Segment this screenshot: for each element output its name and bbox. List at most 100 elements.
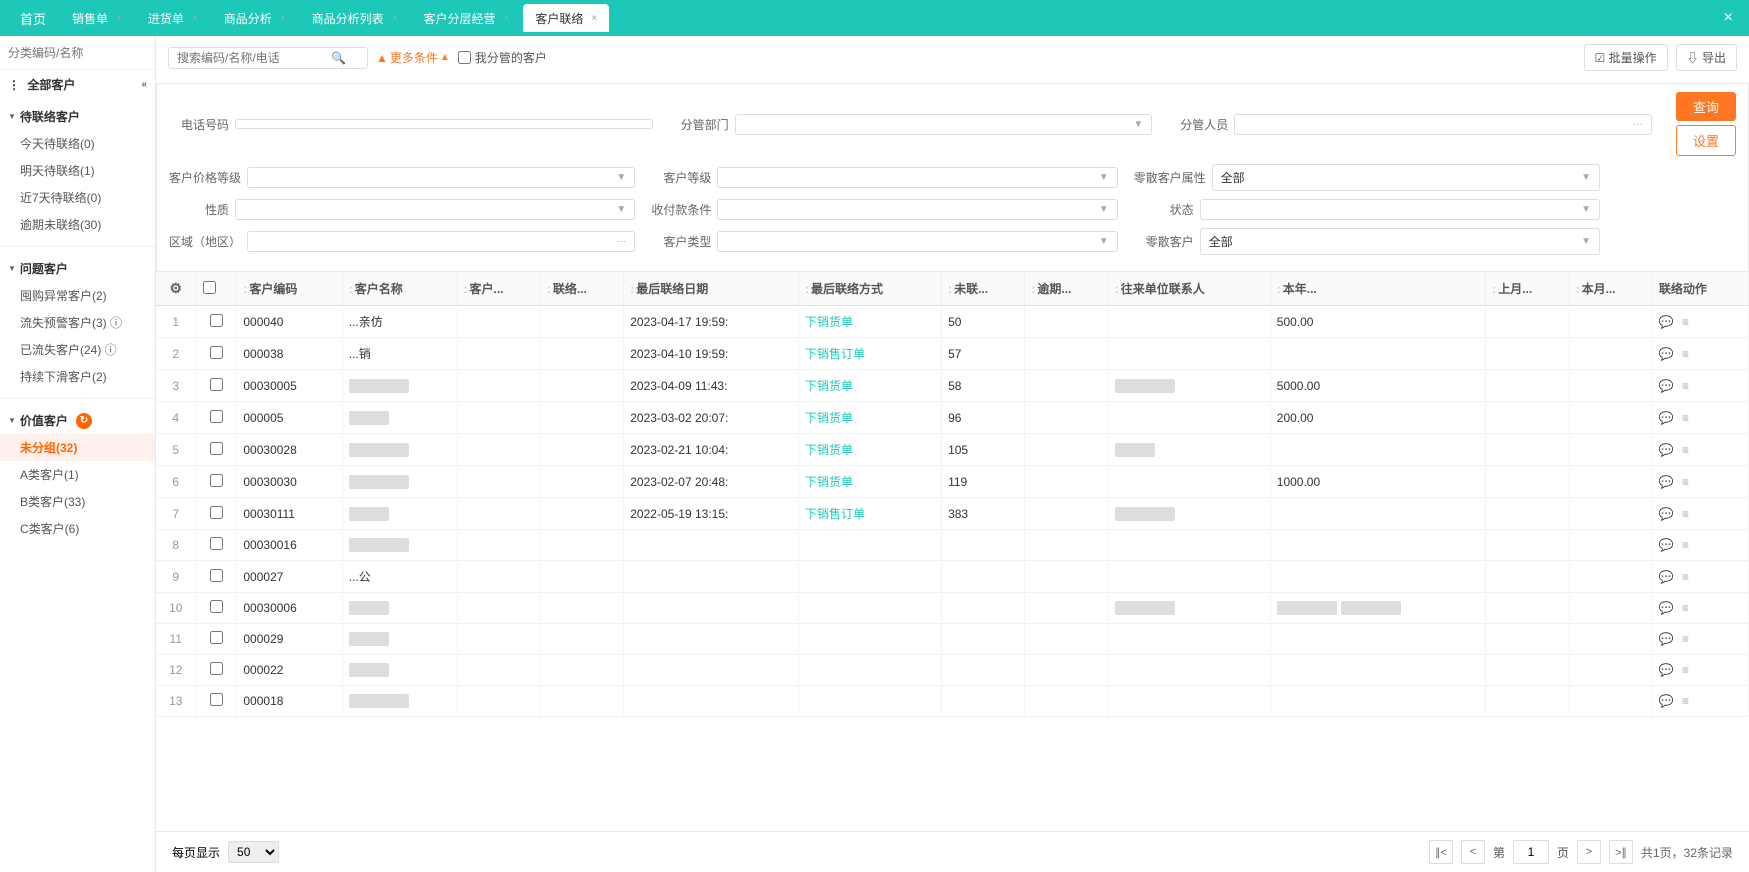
next-page-btn[interactable]: > bbox=[1577, 840, 1601, 864]
row-checkbox[interactable] bbox=[210, 569, 223, 582]
row-checkbox[interactable] bbox=[210, 442, 223, 455]
chat-icon[interactable]: 💬 bbox=[1659, 538, 1674, 552]
chat-icon[interactable]: 💬 bbox=[1659, 347, 1674, 361]
close-all-icon[interactable]: × bbox=[1716, 9, 1741, 27]
filter-search-icon[interactable]: 🔍 bbox=[331, 51, 346, 65]
close-customer-segment-icon[interactable]: × bbox=[503, 13, 509, 24]
chat-icon[interactable]: 💬 bbox=[1659, 663, 1674, 677]
row-checkbox[interactable] bbox=[210, 346, 223, 359]
sidebar-item-class-a[interactable]: A类客户(1) bbox=[0, 461, 155, 488]
per-page-select[interactable]: 50 100 200 bbox=[228, 841, 279, 863]
filter-retail-customer-select[interactable]: 全部▼ bbox=[1200, 228, 1600, 255]
sidebar-group-pending-header[interactable]: ▼ 待联络客户 bbox=[0, 103, 155, 130]
row-checkbox[interactable] bbox=[210, 693, 223, 706]
chat-icon[interactable]: 💬 bbox=[1659, 475, 1674, 489]
row-checkbox[interactable] bbox=[210, 506, 223, 519]
row-checkbox[interactable] bbox=[210, 378, 223, 391]
last-method-link[interactable]: 下销货单 bbox=[805, 379, 853, 393]
chat-icon[interactable]: 💬 bbox=[1659, 315, 1674, 329]
sidebar-group-value-header[interactable]: ▼ 价值客户 ↻ bbox=[0, 407, 155, 434]
row-checkbox[interactable] bbox=[210, 314, 223, 327]
chat-icon[interactable]: 💬 bbox=[1659, 694, 1674, 708]
nav-home[interactable]: 首页 bbox=[8, 9, 58, 28]
sidebar-item-hoard-abnormal[interactable]: 囤购异常客户(2) bbox=[0, 282, 155, 309]
query-button[interactable]: 查询 bbox=[1676, 92, 1736, 121]
chat-icon[interactable]: 💬 bbox=[1659, 632, 1674, 646]
sidebar-item-class-c[interactable]: C类客户(6) bbox=[0, 515, 155, 542]
more-conditions-btn[interactable]: ▲ 更多条件 ▲ bbox=[376, 49, 450, 66]
filter-phone-input[interactable] bbox=[235, 119, 653, 129]
row-checkbox[interactable] bbox=[210, 474, 223, 487]
nav-tab-customer-contact[interactable]: 客户联络 × bbox=[523, 4, 609, 32]
grid-icon[interactable]: ≡ bbox=[1682, 315, 1689, 329]
sidebar-item-class-b[interactable]: B类客户(33) bbox=[0, 488, 155, 515]
filter-retail-attr-select[interactable]: 全部▼ bbox=[1212, 164, 1600, 191]
chat-icon[interactable]: 💬 bbox=[1659, 570, 1674, 584]
grid-icon[interactable]: ≡ bbox=[1682, 601, 1689, 615]
grid-icon[interactable]: ≡ bbox=[1682, 632, 1689, 646]
sidebar-item-churned[interactable]: 已流失客户(24) ⓘ bbox=[0, 336, 155, 363]
chat-icon[interactable]: 💬 bbox=[1659, 443, 1674, 457]
filter-person-input[interactable]: ··· bbox=[1234, 114, 1652, 135]
close-purchase-icon[interactable]: × bbox=[192, 13, 198, 24]
grid-icon[interactable]: ≡ bbox=[1682, 570, 1689, 584]
my-customers-checkbox[interactable] bbox=[458, 51, 471, 64]
filter-price-level-select[interactable]: ▼ bbox=[247, 167, 635, 188]
filter-customer-level-select[interactable]: ▼ bbox=[717, 167, 1117, 188]
chat-icon[interactable]: 💬 bbox=[1659, 379, 1674, 393]
filter-dept-select[interactable]: ▼ bbox=[735, 114, 1153, 135]
grid-icon[interactable]: ≡ bbox=[1682, 347, 1689, 361]
filter-region-input[interactable]: ··· bbox=[247, 231, 635, 252]
last-method-link[interactable]: 下销售订单 bbox=[805, 347, 865, 361]
filter-payment-select[interactable]: ▼ bbox=[717, 199, 1117, 220]
select-all-checkbox[interactable] bbox=[203, 281, 216, 294]
sidebar-item-ungrouped[interactable]: 未分组(32) bbox=[0, 434, 155, 461]
last-method-link[interactable]: 下销货单 bbox=[805, 443, 853, 457]
close-analysis-list-icon[interactable]: × bbox=[392, 13, 398, 24]
filter-customer-type-select[interactable]: ▼ bbox=[717, 231, 1117, 252]
my-customers-filter[interactable]: 我分管的客户 bbox=[458, 49, 547, 66]
sidebar-search-input[interactable] bbox=[8, 46, 156, 60]
grid-icon[interactable]: ≡ bbox=[1682, 694, 1689, 708]
chat-icon[interactable]: 💬 bbox=[1659, 411, 1674, 425]
chat-icon[interactable]: 💬 bbox=[1659, 601, 1674, 615]
close-analysis-icon[interactable]: × bbox=[280, 13, 286, 24]
export-button[interactable]: ⇩ 导出 bbox=[1676, 44, 1737, 71]
sidebar-item-churn-warning[interactable]: 流失预警客户(3) ⓘ bbox=[0, 309, 155, 336]
all-customers-header[interactable]: ⋮ 全部客户 « bbox=[0, 70, 155, 99]
close-sales-icon[interactable]: × bbox=[116, 13, 122, 24]
last-method-link[interactable]: 下销货单 bbox=[805, 475, 853, 489]
row-checkbox[interactable] bbox=[210, 662, 223, 675]
batch-op-button[interactable]: ☑ 批量操作 bbox=[1584, 44, 1668, 71]
first-page-btn[interactable]: ∥< bbox=[1429, 840, 1453, 864]
filter-status-select[interactable]: ▼ bbox=[1200, 199, 1600, 220]
grid-icon[interactable]: ≡ bbox=[1682, 507, 1689, 521]
sidebar-group-problem-header[interactable]: ▼ 问题客户 bbox=[0, 255, 155, 282]
row-checkbox[interactable] bbox=[210, 600, 223, 613]
reset-button[interactable]: 设置 bbox=[1676, 125, 1736, 156]
sidebar-item-7day-pending[interactable]: 近7天待联络(0) bbox=[0, 184, 155, 211]
page-input[interactable] bbox=[1513, 840, 1549, 864]
nav-tab-purchase[interactable]: 进货单 × bbox=[136, 4, 210, 32]
sidebar-item-overdue-pending[interactable]: 逾期未联络(30) bbox=[0, 211, 155, 238]
close-customer-contact-icon[interactable]: × bbox=[591, 13, 597, 24]
last-method-link[interactable]: 下销售订单 bbox=[805, 507, 865, 521]
sidebar-collapse-icon[interactable]: « bbox=[141, 79, 147, 90]
search-input[interactable] bbox=[177, 51, 327, 65]
prev-page-btn[interactable]: < bbox=[1461, 840, 1485, 864]
nav-tab-analysis-list[interactable]: 商品分析列表 × bbox=[300, 4, 410, 32]
nav-tab-analysis[interactable]: 商品分析 × bbox=[212, 4, 298, 32]
col-select-all[interactable] bbox=[196, 272, 237, 306]
nav-tab-sales[interactable]: 销售单 × bbox=[60, 4, 134, 32]
filter-nature-select[interactable]: ▼ bbox=[235, 199, 635, 220]
grid-icon[interactable]: ≡ bbox=[1682, 379, 1689, 393]
grid-icon[interactable]: ≡ bbox=[1682, 443, 1689, 457]
sidebar-item-declining[interactable]: 持续下滑客户(2) bbox=[0, 363, 155, 390]
last-page-btn[interactable]: >∥ bbox=[1609, 840, 1633, 864]
sidebar-item-today-pending[interactable]: 今天待联络(0) bbox=[0, 130, 155, 157]
row-checkbox[interactable] bbox=[210, 410, 223, 423]
row-checkbox[interactable] bbox=[210, 631, 223, 644]
row-checkbox[interactable] bbox=[210, 537, 223, 550]
col-settings[interactable]: ⚙ bbox=[156, 272, 196, 306]
grid-icon[interactable]: ≡ bbox=[1682, 475, 1689, 489]
